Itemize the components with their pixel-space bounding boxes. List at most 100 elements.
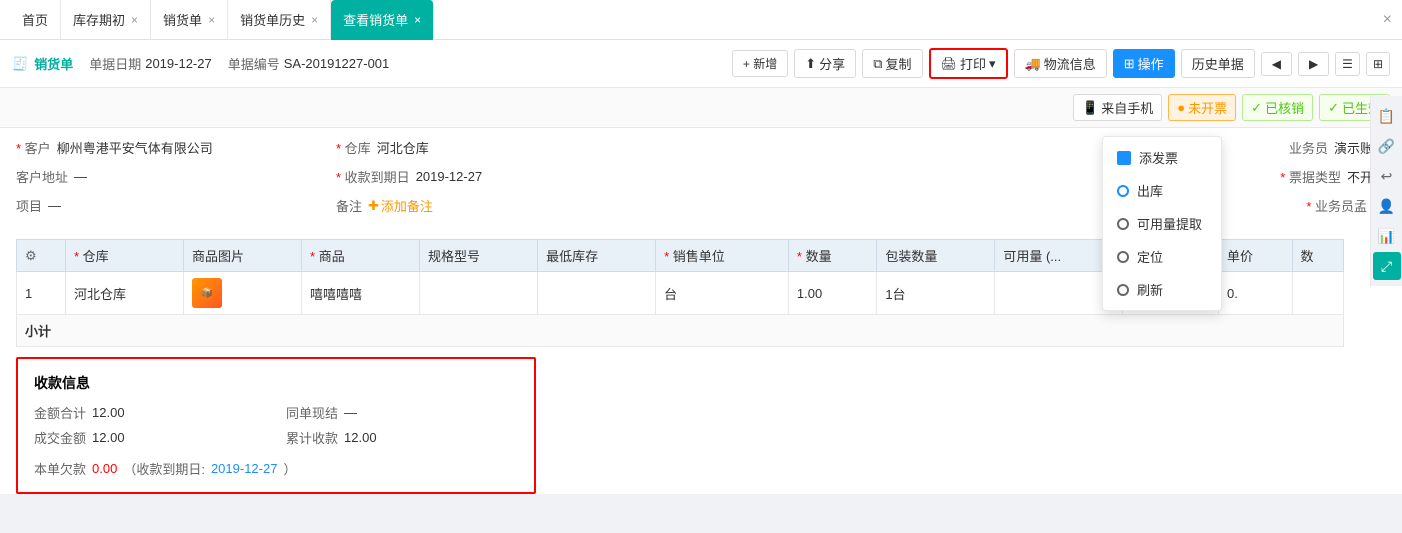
sidebar-link-icon[interactable]: 🔗 [1373,132,1401,160]
tab-sales-history[interactable]: 销货单历史 × [228,0,331,40]
from-phone-btn[interactable]: 📱 来自手机 [1073,94,1162,121]
gear-icon[interactable]: ⚙ [25,248,37,263]
add-note-btn[interactable]: ✚ 添加备注 [368,196,433,215]
cumulative-value: 12.00 [344,430,377,445]
subtotal-row: 小计 [17,315,1344,347]
next-button[interactable]: ▶ [1298,52,1329,76]
prev-button[interactable]: ◀ [1261,52,1292,76]
out-stock-icon [1117,185,1129,197]
tab-inventory-init[interactable]: 库存期初 × [61,0,151,40]
total-value: 12.00 [92,405,125,420]
row-index: 1 [17,272,66,315]
number-label: 单据编号 [228,54,280,73]
due-note-end: ） [283,459,296,478]
col-product: 商品 [302,240,420,272]
operate-button[interactable]: ⊞ 操作 [1113,49,1175,78]
biz-person-label: 业务员孟 [1306,196,1367,215]
warehouse-field: 仓库 河北仓库 [336,138,536,157]
dropdown-add-invoice[interactable]: 添发票 [1103,141,1221,174]
doc-type-label: 销货单 [34,54,73,73]
cumulative-payment: 累计收款 12.00 [286,428,518,447]
tab-close-sales[interactable]: × [208,13,215,27]
sidebar-user-icon[interactable]: 👤 [1373,192,1401,220]
row-unit: 台 [656,272,789,315]
total-label: 金额合计 [34,403,86,422]
summary-box: 收款信息 金额合计 12.00 同单现结 — 成交金额 12.00 累计收款 1… [16,357,536,494]
tab-close-history[interactable]: × [311,13,318,27]
arrears-value: 0.00 [92,461,117,476]
right-sidebar: 📋 🔗 ↩ 👤 📊 ⤢ [1370,96,1402,286]
row-product: 嘻嘻嘻嘻 [302,272,420,315]
dropdown-out-stock[interactable]: 出库 [1103,174,1221,207]
copy-button[interactable]: ⧉ 复制 [862,49,922,78]
grid-icon: ⊞ [1124,56,1135,72]
deal-amount: 成交金额 12.00 [34,428,266,447]
warehouse-value: 河北仓库 [377,138,429,157]
row-amount [1292,272,1343,315]
tab-view-sales[interactable]: 查看销货单 × [331,0,434,40]
col-unit: 销售单位 [656,240,789,272]
row-qty: 1.00 [788,272,876,315]
refresh-icon [1117,284,1129,296]
plus-icon: ✚ [368,198,379,214]
row-unit-price: 0. [1218,272,1292,315]
sidebar-expand-icon[interactable]: ⤢ [1373,252,1401,280]
dropdown-refresh[interactable]: 刷新 [1103,273,1221,306]
row-spec [420,272,538,315]
tab-close-view[interactable]: × [414,13,421,27]
doc-date-field: 单据日期 2019-12-27 [89,54,212,73]
address-field: 客户地址 — [16,167,316,186]
copy-icon: ⧉ [873,56,882,72]
ticket-label: 票据类型 [1280,167,1341,186]
cumulative-label: 累计收款 [286,428,338,447]
doc-header: 🧾 销货单 单据日期 2019-12-27 单据编号 SA-20191227-0… [0,40,1402,88]
not-open-btn[interactable]: ● 未开票 [1168,94,1236,121]
sidebar-chart-icon[interactable]: 📊 [1373,222,1401,250]
ticket-icon: ● [1177,100,1185,115]
history-button[interactable]: 历史单据 [1181,49,1255,78]
new-button[interactable]: + 新增 [732,50,788,77]
tab-close-inventory[interactable]: × [131,13,138,27]
customer-value: 柳州粤港平安气体有限公司 [57,138,213,157]
same-settlement-value: — [344,405,357,420]
sidebar-undo-icon[interactable]: ↩ [1373,162,1401,190]
doc-icon: 🧾 [12,56,28,72]
sidebar-doc-icon[interactable]: 📋 [1373,102,1401,130]
note-label: 备注 [336,196,362,215]
col-settings: ⚙ [17,240,66,272]
due-date-label: 收款到期日 [336,167,410,186]
invoice-icon [1117,151,1131,165]
project-field: 项目 — [16,196,316,215]
print-button[interactable]: 🖨 打印 ▾ [929,48,1008,79]
view-toggle-grid[interactable]: ⊞ [1366,52,1390,76]
doc-actions: + 新增 ⬆ 分享 ⧉ 复制 🖨 打印 ▾ 🚚 物流信息 [732,48,1390,79]
dropdown-locate[interactable]: 定位 [1103,240,1221,273]
date-label: 单据日期 [89,54,141,73]
doc-type: 🧾 销货单 [12,54,73,73]
logistics-button[interactable]: 🚚 物流信息 [1014,49,1107,78]
row-image: 📦 [184,272,302,315]
extract-icon [1117,218,1129,230]
locate-icon [1117,251,1129,263]
row-warehouse: 河北仓库 [66,272,184,315]
verified-btn[interactable]: ✓ 已核销 [1242,94,1313,121]
operate-dropdown: 添发票 出库 可用量提取 定位 刷新 [1102,136,1222,311]
tab-home[interactable]: 首页 [10,0,61,40]
col-spec: 规格型号 [420,240,538,272]
customer-label: 客户 [16,138,51,157]
row-min-stock [538,272,656,315]
deal-amount-value: 12.00 [92,430,125,445]
summary-grid: 金额合计 12.00 同单现结 — 成交金额 12.00 累计收款 12.00 [34,403,518,478]
close-all-icon[interactable]: × [1383,11,1392,29]
tab-sales-order[interactable]: 销货单 × [151,0,228,40]
dropdown-available-extract[interactable]: 可用量提取 [1103,207,1221,240]
share-button[interactable]: ⬆ 分享 [794,49,856,78]
view-toggle-list[interactable]: ☰ [1335,52,1360,76]
print-icon: 🖨 [941,56,958,72]
customer-field: 客户 柳州粤港平安气体有限公司 [16,138,316,157]
phone-icon: 📱 [1082,100,1098,116]
doc-number-field: 单据编号 SA-20191227-001 [228,54,390,73]
col-amount: 数 [1292,240,1343,272]
current-arrears: 本单欠款 0.00 （收款到期日: 2019-12-27 ） [34,459,518,478]
due-date-value: 2019-12-27 [416,169,483,184]
